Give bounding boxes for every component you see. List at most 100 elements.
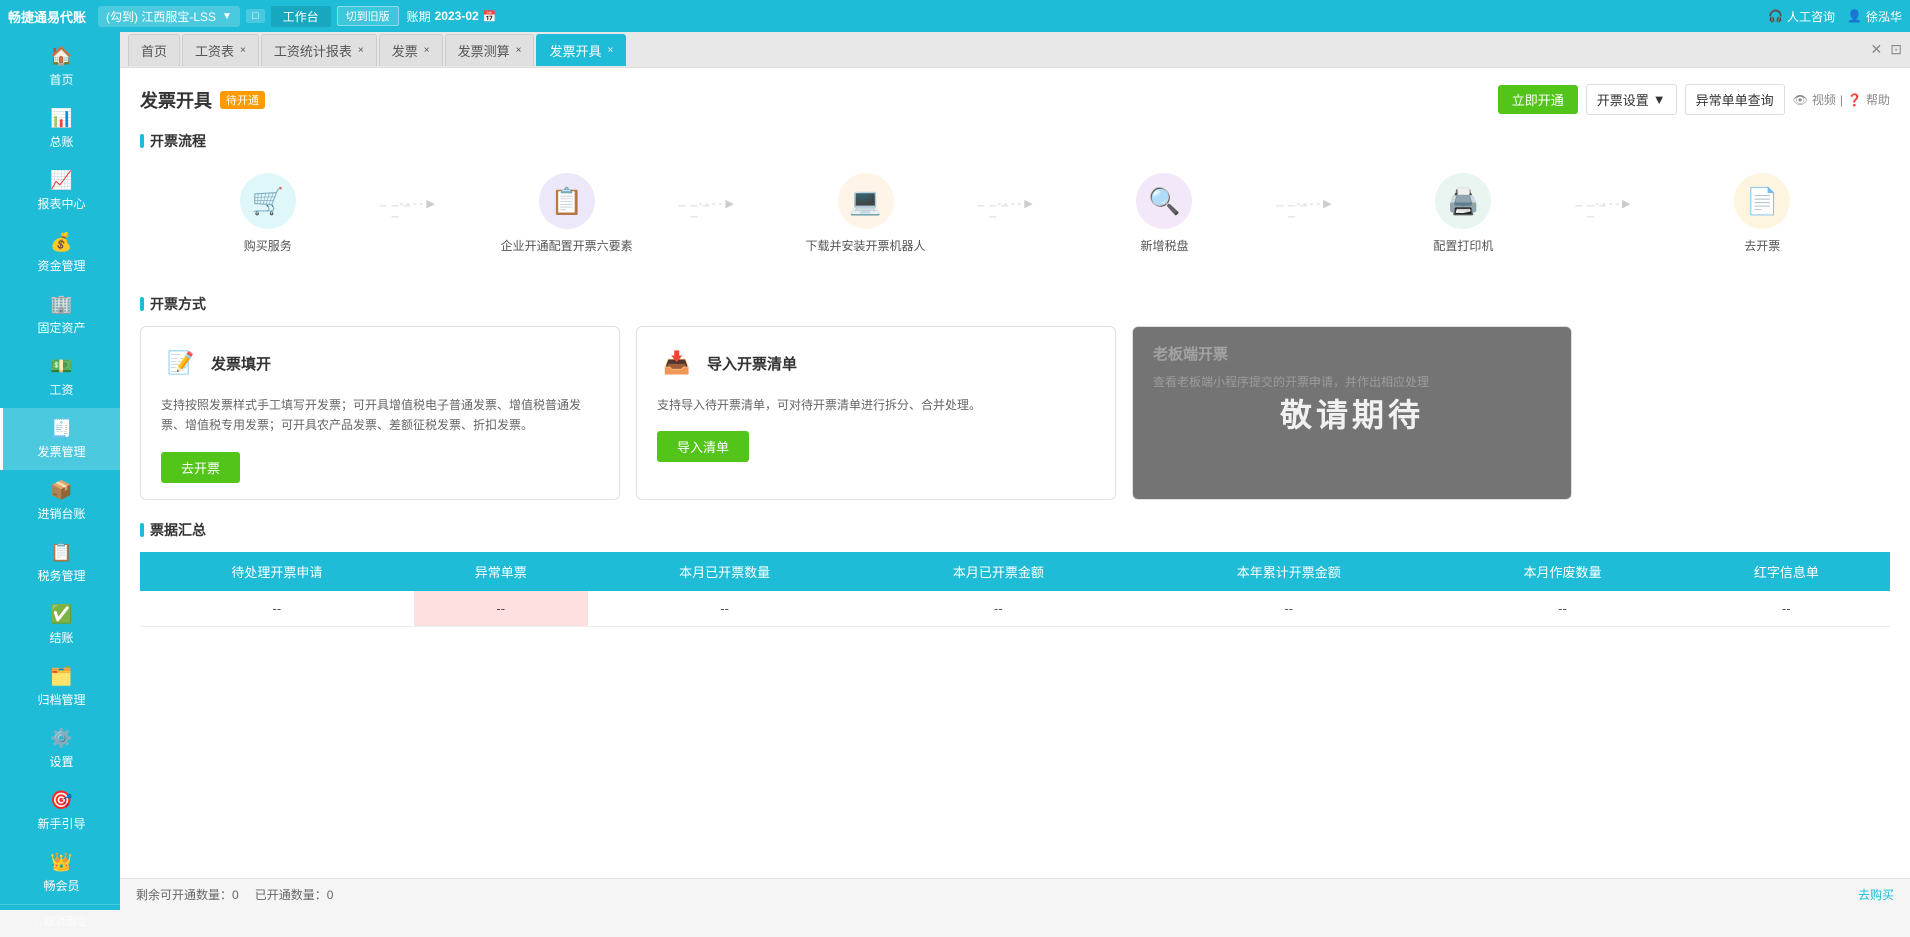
- tab-label-invoice-open: 发票开具: [549, 41, 601, 60]
- workflow-step-download[interactable]: 💻 下载并安装开票机器人: [738, 173, 994, 254]
- tab-close-invoice-calc[interactable]: ×: [516, 45, 522, 56]
- user-icon: 👤: [1847, 9, 1862, 23]
- tab-invoice-open[interactable]: 发票开具 ×: [536, 34, 626, 66]
- main-content: 首页工资表×工资统计报表×发票×发票测算×发票开具× ✕ ⊡ 发票开具 待开通 …: [120, 32, 1910, 910]
- add-tax-label: 新增税盘: [1140, 237, 1188, 254]
- funds-icon: 💰: [50, 232, 72, 253]
- add-tax-icon: 🔍: [1148, 186, 1180, 217]
- sidebar-item-home[interactable]: 🏠首页: [0, 36, 120, 98]
- company-selector[interactable]: (勾到) 江西服宝-LSS ▼: [98, 6, 240, 27]
- abnormal-query-button[interactable]: 异常单单查询: [1685, 84, 1785, 115]
- salary-icon: 💵: [50, 356, 72, 377]
- tab-bar: 首页工资表×工资统计报表×发票×发票测算×发票开具× ✕ ⊡: [120, 32, 1910, 68]
- import-list-button[interactable]: 导入清单: [657, 431, 749, 462]
- sidebar-item-salary[interactable]: 💵工资: [0, 346, 120, 408]
- edit-period-icon[interactable]: 📅: [483, 10, 497, 23]
- close-all-tabs-icon[interactable]: ✕: [1871, 41, 1883, 58]
- workflow-section: 开票流程 🛒 购买服务 - - - - ▶ 📋 企业开通配置开票六要素 - - …: [140, 131, 1890, 274]
- open-now-button[interactable]: 立即开通: [1498, 85, 1578, 114]
- summary-cell-5: --: [1442, 591, 1682, 627]
- settings-label: 开票设置: [1597, 90, 1649, 109]
- tab-label-salary: 工资表: [195, 41, 234, 60]
- coming-soon-overlay: 敬请期待: [1133, 327, 1571, 499]
- import-billing-title: 导入开票清单: [707, 353, 797, 374]
- chevron-down-icon: ▼: [222, 11, 232, 22]
- guide-icon: 🎯: [50, 790, 72, 811]
- sidebar-item-guide[interactable]: 🎯新手引导: [0, 780, 120, 842]
- sidebar-label-archive: 归档管理: [37, 691, 85, 708]
- import-billing-icon: 📥: [657, 343, 697, 383]
- help-section: 👁 视频 | ❓ 帮助: [1793, 91, 1890, 108]
- user-avatar[interactable]: 👤 徐泓华: [1847, 8, 1902, 25]
- add-tax-icon-wrap: 🔍: [1136, 173, 1192, 229]
- tab-close-invoice[interactable]: ×: [424, 45, 430, 56]
- sidebar-item-billing[interactable]: ✅结账: [0, 594, 120, 656]
- go-issue-button[interactable]: 去开票: [161, 452, 240, 483]
- status-bar: 剩余可开通数量：0 已开通数量：0 去购买: [120, 878, 1910, 910]
- sidebar-item-ledger[interactable]: 📊总账: [0, 98, 120, 160]
- workflow-step-add-tax[interactable]: 🔍 新增税盘: [1037, 173, 1293, 254]
- workflow-step-config[interactable]: 📋 企业开通配置开票六要素: [439, 173, 695, 254]
- sidebar-label-home: 首页: [49, 71, 73, 88]
- coming-soon-text: 敬请期待: [1280, 390, 1424, 436]
- buy-link[interactable]: 去购买: [1858, 886, 1894, 903]
- download-icon: 💻: [849, 186, 881, 217]
- tab-salary-report[interactable]: 工资统计报表 ×: [261, 34, 377, 66]
- sidebar-item-member[interactable]: 👑畅会员: [0, 842, 120, 904]
- sidebar-label-member: 畅会员: [43, 877, 79, 894]
- settings-button[interactable]: 开票设置 ▼: [1586, 84, 1677, 115]
- tab-invoice[interactable]: 发票×: [379, 34, 443, 66]
- config-icon: 📋: [550, 186, 582, 217]
- workflow-step-printer[interactable]: 🖨️ 配置打印机: [1336, 173, 1592, 254]
- tab-home[interactable]: 首页: [128, 34, 180, 66]
- billing-methods: 📝 发票填开 支持按照发票样式手工填写开发票；可开具增值税电子普通发票、增值税普…: [140, 326, 1890, 500]
- sidebar-item-purchase[interactable]: 📦 进销台账: [0, 470, 120, 532]
- issue-icon: 📄: [1746, 186, 1778, 217]
- customer-service[interactable]: 🎧 人工咨询: [1768, 8, 1835, 25]
- tab-salary[interactable]: 工资表 ×: [182, 34, 259, 66]
- tab-invoice-calc[interactable]: 发票测算×: [445, 34, 535, 66]
- period-label: 账期: [407, 8, 431, 25]
- headset-icon: 🎧: [1768, 9, 1783, 23]
- tab-bar-actions: ✕ ⊡: [1871, 41, 1902, 58]
- sidebar-item-reports[interactable]: 📈报表中心: [0, 160, 120, 222]
- issue-icon-wrap: 📄: [1734, 173, 1790, 229]
- import-billing-desc: 支持导入待开票清单，可对待开票清单进行拆分、合并处理。: [657, 395, 1095, 415]
- summary-header: 本月已开票数量: [588, 552, 862, 591]
- workflow-step-buy-service[interactable]: 🛒 购买服务: [140, 173, 396, 254]
- summary-cell-2: --: [588, 591, 862, 627]
- tab-label-home: 首页: [141, 41, 167, 60]
- sidebar-label-purchase: 进销台账: [37, 505, 85, 522]
- eye-icon: 👁: [1793, 93, 1808, 107]
- top-bar: 畅捷通易代账 (勾到) 江西服宝-LSS ▼ □ 工作台 切到旧版 账期 202…: [0, 0, 1910, 32]
- workflow-step-issue[interactable]: 📄 去开票: [1634, 173, 1890, 254]
- header-actions: 立即开通 开票设置 ▼ 异常单单查询 👁 视频 | ❓ 帮助: [1498, 84, 1890, 115]
- sidebar-item-tax[interactable]: 📋税务管理: [0, 532, 120, 594]
- sidebar-item-settings[interactable]: ⚙️设置: [0, 718, 120, 780]
- tab-label-salary-report: 工资统计报表: [274, 41, 352, 60]
- purchase-icon: 📦: [50, 480, 72, 501]
- sidebar-item-assets[interactable]: 🏢固定资产: [0, 284, 120, 346]
- restore-tab-icon[interactable]: ⊡: [1890, 41, 1902, 58]
- printer-icon: 🖨️: [1447, 186, 1479, 217]
- issue-label: 去开票: [1744, 237, 1780, 254]
- tab-close-salary[interactable]: ×: [240, 45, 246, 56]
- tab-close-salary-report[interactable]: ×: [358, 45, 364, 56]
- summary-section: 票据汇总 待处理开票申请异常单票本月已开票数量本月已开票金额本年累计开票金额本月…: [140, 520, 1890, 627]
- import-billing-card: 📥 导入开票清单 支持导入待开票清单，可对待开票清单进行拆分、合并处理。 导入清…: [636, 326, 1116, 500]
- sidebar-item-funds[interactable]: 💰资金管理: [0, 222, 120, 284]
- workspace-button[interactable]: 工作台: [271, 6, 331, 27]
- sidebar-item-invoice-mgmt[interactable]: 🧾发票管理: [0, 408, 120, 470]
- page-title: 发票开具: [140, 87, 212, 113]
- old-version-button[interactable]: 切到旧版: [337, 6, 399, 26]
- tab-close-invoice-open[interactable]: ×: [607, 45, 613, 56]
- remaining-quota: 剩余可开通数量：0: [136, 886, 239, 903]
- summary-header: 本月已开票金额: [861, 552, 1135, 591]
- buy-service-label: 购买服务: [244, 237, 292, 254]
- sidebar-pin-toggle[interactable]: ↑↓取消固定: [0, 904, 120, 937]
- config-icon-wrap: 📋: [539, 173, 595, 229]
- page-header: 发票开具 待开通 立即开通 开票设置 ▼ 异常单单查询 👁 视频 | ❓ 帮助: [140, 84, 1890, 115]
- copy-button[interactable]: □: [246, 9, 265, 23]
- app-logo: 畅捷通易代账: [8, 7, 86, 26]
- sidebar-item-archive[interactable]: 🗂️归档管理: [0, 656, 120, 718]
